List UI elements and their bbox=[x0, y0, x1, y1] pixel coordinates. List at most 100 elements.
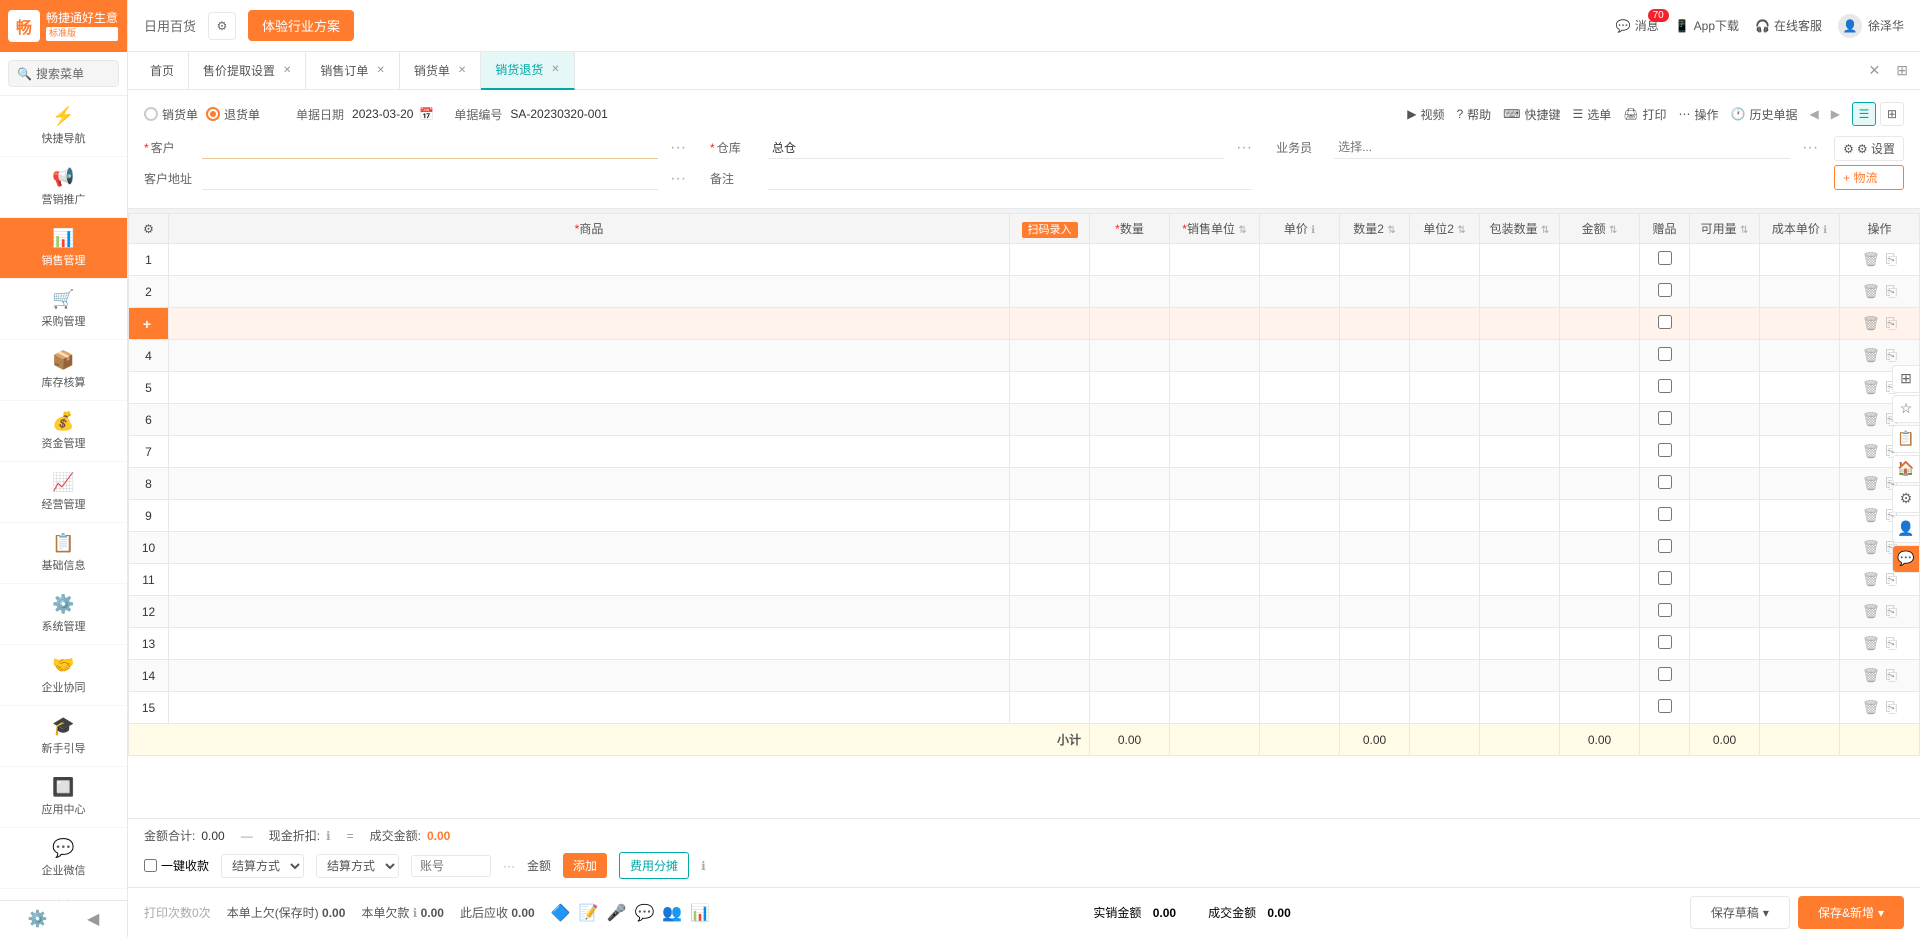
payment-checkbox[interactable]: 一键收款 bbox=[144, 857, 209, 874]
experience-button[interactable]: 体验行业方案 bbox=[248, 10, 354, 41]
shortcut-button[interactable]: ⌨ 快捷键 bbox=[1503, 106, 1560, 123]
amount-cell-13[interactable] bbox=[1560, 628, 1640, 660]
grid-view-button[interactable]: ⊞ bbox=[1880, 102, 1904, 126]
online-service-group[interactable]: 🎧 在线客服 bbox=[1755, 17, 1822, 34]
package-qty-cell-1[interactable] bbox=[1480, 244, 1560, 276]
qty2-cell-1[interactable] bbox=[1340, 244, 1410, 276]
bank-account-input[interactable] bbox=[411, 855, 491, 877]
delete-row-icon-14[interactable]: 🗑 bbox=[1862, 667, 1880, 684]
unit2-cell-13[interactable] bbox=[1410, 628, 1480, 660]
quantity-cell-12[interactable] bbox=[1090, 596, 1170, 628]
sidebar-item-guide[interactable]: 🎓 新手引导 bbox=[0, 706, 127, 767]
right-tool-2[interactable]: ☆ bbox=[1892, 395, 1920, 423]
gift-checkbox-6[interactable] bbox=[1658, 411, 1672, 425]
warehouse-input[interactable] bbox=[768, 136, 1224, 159]
qty2-cell-15[interactable] bbox=[1340, 692, 1410, 724]
sales-unit-cell-14[interactable] bbox=[1170, 660, 1260, 692]
quantity-cell-13[interactable] bbox=[1090, 628, 1170, 660]
barcode-scan-button[interactable]: 扫码录入 bbox=[1022, 222, 1078, 238]
user-info[interactable]: 👤 徐泽华 bbox=[1838, 14, 1904, 38]
sidebar-item-apps[interactable]: 🔲 应用中心 bbox=[0, 767, 127, 828]
goods-input-10[interactable] bbox=[177, 541, 1001, 555]
amount-cell-12[interactable] bbox=[1560, 596, 1640, 628]
unit-price-cell-11[interactable] bbox=[1260, 564, 1340, 596]
topbar-settings-button[interactable]: ⚙ bbox=[208, 12, 236, 40]
goods-cell-4[interactable] bbox=[169, 340, 1010, 372]
cost-price-cell-10[interactable] bbox=[1760, 532, 1840, 564]
goods-cell-13[interactable] bbox=[169, 628, 1010, 660]
delete-row-icon-9[interactable]: 🗑 bbox=[1862, 507, 1880, 524]
available-cell-15[interactable] bbox=[1690, 692, 1760, 724]
goods-input-12[interactable] bbox=[177, 605, 1001, 619]
unit2-cell-7[interactable] bbox=[1410, 436, 1480, 468]
delete-row-icon-6[interactable]: 🗑 bbox=[1862, 411, 1880, 428]
sidebar-item-finance[interactable]: 💰 资金管理 bbox=[0, 401, 127, 462]
goods-cell-15[interactable] bbox=[169, 692, 1010, 724]
cost-price-cell-14[interactable] bbox=[1760, 660, 1840, 692]
goods-cell-7[interactable] bbox=[169, 436, 1010, 468]
goods-cell-6[interactable] bbox=[169, 404, 1010, 436]
delete-row-icon-8[interactable]: 🗑 bbox=[1862, 475, 1880, 492]
goods-input-8[interactable] bbox=[177, 477, 1001, 491]
logistics-button[interactable]: + 物流 bbox=[1834, 165, 1904, 190]
gift-checkbox-7[interactable] bbox=[1658, 443, 1672, 457]
unit-price-cell-2[interactable] bbox=[1260, 276, 1340, 308]
sales-unit-cell-2[interactable] bbox=[1170, 276, 1260, 308]
unit-price-cell-13[interactable] bbox=[1260, 628, 1340, 660]
goods-input-4[interactable] bbox=[177, 349, 1001, 363]
amount-cell-6[interactable] bbox=[1560, 404, 1640, 436]
video-button[interactable]: ▶ 视频 bbox=[1407, 106, 1444, 123]
quantity-cell-9[interactable] bbox=[1090, 500, 1170, 532]
sales-unit-cell-1[interactable] bbox=[1170, 244, 1260, 276]
discount-help-icon[interactable]: ℹ bbox=[326, 829, 331, 843]
qty2-cell-12[interactable] bbox=[1340, 596, 1410, 628]
package-qty-cell-2[interactable] bbox=[1480, 276, 1560, 308]
available-cell-1[interactable] bbox=[1690, 244, 1760, 276]
calendar-icon[interactable]: 📅 bbox=[419, 107, 434, 121]
package-qty-cell-10[interactable] bbox=[1480, 532, 1560, 564]
right-tool-1[interactable]: ⊞ bbox=[1892, 365, 1920, 393]
delete-row-icon-11[interactable]: 🗑 bbox=[1862, 571, 1880, 588]
qty2-cell-2[interactable] bbox=[1340, 276, 1410, 308]
goods-cell-10[interactable] bbox=[169, 532, 1010, 564]
customer-input[interactable] bbox=[202, 136, 658, 159]
unit-price-cell-15[interactable] bbox=[1260, 692, 1340, 724]
amount-cell-5[interactable] bbox=[1560, 372, 1640, 404]
tab-sales-order[interactable]: 销售订单 ✕ bbox=[306, 52, 399, 90]
cost-price-cell-15[interactable] bbox=[1760, 692, 1840, 724]
package-qty-cell-6[interactable] bbox=[1480, 404, 1560, 436]
delete-row-icon-7[interactable]: 🗑 bbox=[1862, 443, 1880, 460]
gift-cell-15[interactable] bbox=[1640, 692, 1690, 724]
goods-input-14[interactable] bbox=[177, 669, 1001, 683]
settings-icon[interactable]: ⚙️ bbox=[28, 909, 48, 929]
qty2-cell-7[interactable] bbox=[1340, 436, 1410, 468]
print-button[interactable]: 🖨 打印 bbox=[1623, 106, 1666, 123]
sales-unit-cell-13[interactable] bbox=[1170, 628, 1260, 660]
gift-cell-9[interactable] bbox=[1640, 500, 1690, 532]
unit2-cell-8[interactable] bbox=[1410, 468, 1480, 500]
quantity-cell-14[interactable] bbox=[1090, 660, 1170, 692]
goods-input-6[interactable] bbox=[177, 413, 1001, 427]
unit2-cell-1[interactable] bbox=[1410, 244, 1480, 276]
sales-unit-cell-9[interactable] bbox=[1170, 500, 1260, 532]
radio-return[interactable]: 退货单 bbox=[206, 106, 260, 123]
sales-unit-cell-6[interactable] bbox=[1170, 404, 1260, 436]
nav-prev-icon[interactable]: ◀ bbox=[1810, 107, 1819, 121]
add-row-button[interactable]: + bbox=[137, 314, 157, 334]
goods-input-13[interactable] bbox=[177, 637, 1001, 651]
add-payment-button[interactable]: 添加 bbox=[563, 853, 607, 878]
unit2-cell-3[interactable] bbox=[1410, 308, 1480, 340]
qty2-cell-11[interactable] bbox=[1340, 564, 1410, 596]
right-tool-3[interactable]: 📋 bbox=[1892, 425, 1920, 453]
gift-checkbox-10[interactable] bbox=[1658, 539, 1672, 553]
gift-cell-6[interactable] bbox=[1640, 404, 1690, 436]
package-qty-cell-15[interactable] bbox=[1480, 692, 1560, 724]
goods-cell-9[interactable] bbox=[169, 500, 1010, 532]
tab-close-price[interactable]: ✕ bbox=[283, 65, 291, 76]
cost-price-cell-13[interactable] bbox=[1760, 628, 1840, 660]
unit2-cell-2[interactable] bbox=[1410, 276, 1480, 308]
gift-checkbox-11[interactable] bbox=[1658, 571, 1672, 585]
available-cell-3[interactable] bbox=[1690, 308, 1760, 340]
available-cell-9[interactable] bbox=[1690, 500, 1760, 532]
sales-unit-cell-3[interactable] bbox=[1170, 308, 1260, 340]
